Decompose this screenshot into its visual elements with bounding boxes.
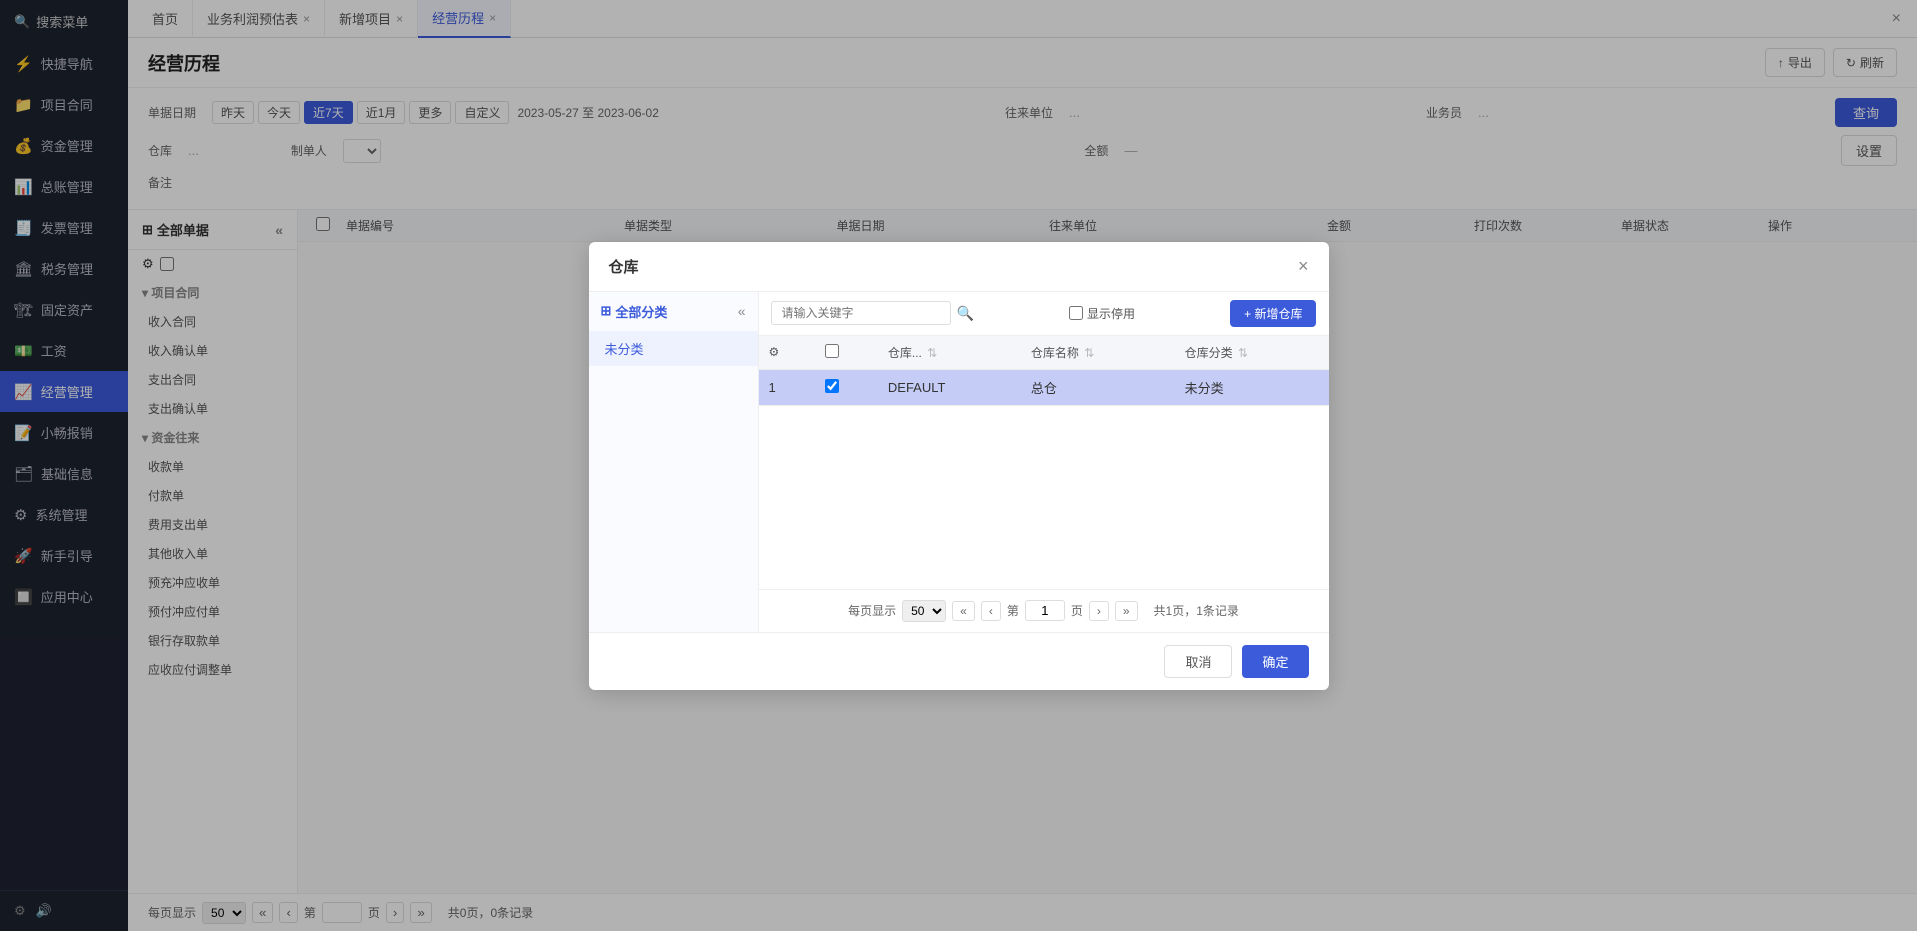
- th-code-label: 仓库...: [888, 346, 922, 360]
- add-warehouse-button[interactable]: + 新增仓库: [1230, 300, 1316, 327]
- warehouse-table-body: 1 DEFAULT 总仓 未分类: [759, 369, 1329, 405]
- row-select-checkbox[interactable]: [825, 379, 839, 393]
- table-select-all[interactable]: [825, 344, 839, 358]
- modal-title: 仓库: [609, 256, 639, 277]
- table-settings-icon: ⚙: [769, 345, 780, 359]
- modal-left-panel: ⊞ 全部分类 « 未分类: [589, 292, 759, 632]
- modal-toolbar: 🔍 显示停用 + 新增仓库: [759, 292, 1329, 336]
- modal-prev-page-btn[interactable]: ‹: [981, 601, 1001, 621]
- modal-header: 仓库 ×: [589, 242, 1329, 292]
- th-name[interactable]: 仓库名称 ⇅: [1021, 336, 1175, 370]
- modal-first-page-btn[interactable]: «: [952, 601, 975, 621]
- modal-left-all-category[interactable]: ⊞ 全部分类: [601, 302, 668, 321]
- confirm-button[interactable]: 确定: [1242, 645, 1308, 678]
- warehouse-table-head: ⚙ 仓库... ⇅ 仓库名称 ⇅: [759, 336, 1329, 370]
- show-disabled-label: 显示停用: [1087, 305, 1135, 322]
- modal-right-panel: 🔍 显示停用 + 新增仓库 ⚙: [759, 292, 1329, 632]
- modal-left-item-weifenlei[interactable]: 未分类: [589, 331, 758, 366]
- row-category: 未分类: [1175, 369, 1329, 405]
- show-disabled-area: 显示停用: [1069, 305, 1135, 322]
- cancel-button[interactable]: 取消: [1164, 645, 1232, 678]
- modal-footer: 取消 确定: [589, 632, 1329, 690]
- modal-page-label: 第: [1007, 602, 1019, 619]
- modal-total-info: 共1页，1条记录: [1154, 602, 1239, 619]
- warehouse-table: ⚙ 仓库... ⇅ 仓库名称 ⇅: [759, 336, 1329, 406]
- th-code[interactable]: 仓库... ⇅: [878, 336, 1021, 370]
- modal-per-page-label: 每页显示: [848, 602, 896, 619]
- modal-body: ⊞ 全部分类 « 未分类 🔍 显示停用 + 新增仓库: [589, 292, 1329, 632]
- warehouse-modal: 仓库 × ⊞ 全部分类 « 未分类 🔍: [589, 242, 1329, 690]
- modal-left-header: ⊞ 全部分类 «: [589, 292, 758, 331]
- th-checkbox: [815, 336, 878, 370]
- modal-pagination: 每页显示 50 « ‹ 第 页 › » 共1页，1条记录: [759, 589, 1329, 632]
- sort-code-icon: ⇅: [927, 346, 937, 360]
- table-row[interactable]: 1 DEFAULT 总仓 未分类: [759, 369, 1329, 405]
- sort-category-icon: ⇅: [1238, 346, 1248, 360]
- modal-last-page-btn[interactable]: »: [1115, 601, 1138, 621]
- th-name-label: 仓库名称: [1031, 346, 1079, 360]
- modal-page-end-label: 页: [1071, 602, 1083, 619]
- show-disabled-checkbox[interactable]: [1069, 306, 1083, 320]
- th-settings[interactable]: ⚙: [759, 336, 816, 370]
- row-settings: 1: [759, 369, 816, 405]
- category-grid-icon: ⊞: [601, 303, 612, 319]
- th-category-label: 仓库分类: [1185, 346, 1233, 360]
- modal-per-page-select[interactable]: 50: [902, 600, 946, 622]
- modal-page-number-input[interactable]: [1025, 600, 1065, 621]
- modal-table-area: ⚙ 仓库... ⇅ 仓库名称 ⇅: [759, 336, 1329, 589]
- modal-left-header-label: 全部分类: [615, 302, 667, 321]
- modal-close-button[interactable]: ×: [1298, 256, 1309, 277]
- sort-name-icon: ⇅: [1084, 346, 1094, 360]
- modal-left-collapse-btn[interactable]: «: [738, 303, 746, 319]
- row-code: DEFAULT: [878, 369, 1021, 405]
- row-name: 总仓: [1021, 369, 1175, 405]
- row-checkbox: [815, 369, 878, 405]
- modal-search-area: 🔍: [771, 301, 974, 325]
- modal-next-page-btn[interactable]: ›: [1089, 601, 1109, 621]
- th-category[interactable]: 仓库分类 ⇅: [1175, 336, 1329, 370]
- modal-search-input[interactable]: [771, 301, 951, 325]
- modal-search-icon: 🔍: [957, 305, 974, 322]
